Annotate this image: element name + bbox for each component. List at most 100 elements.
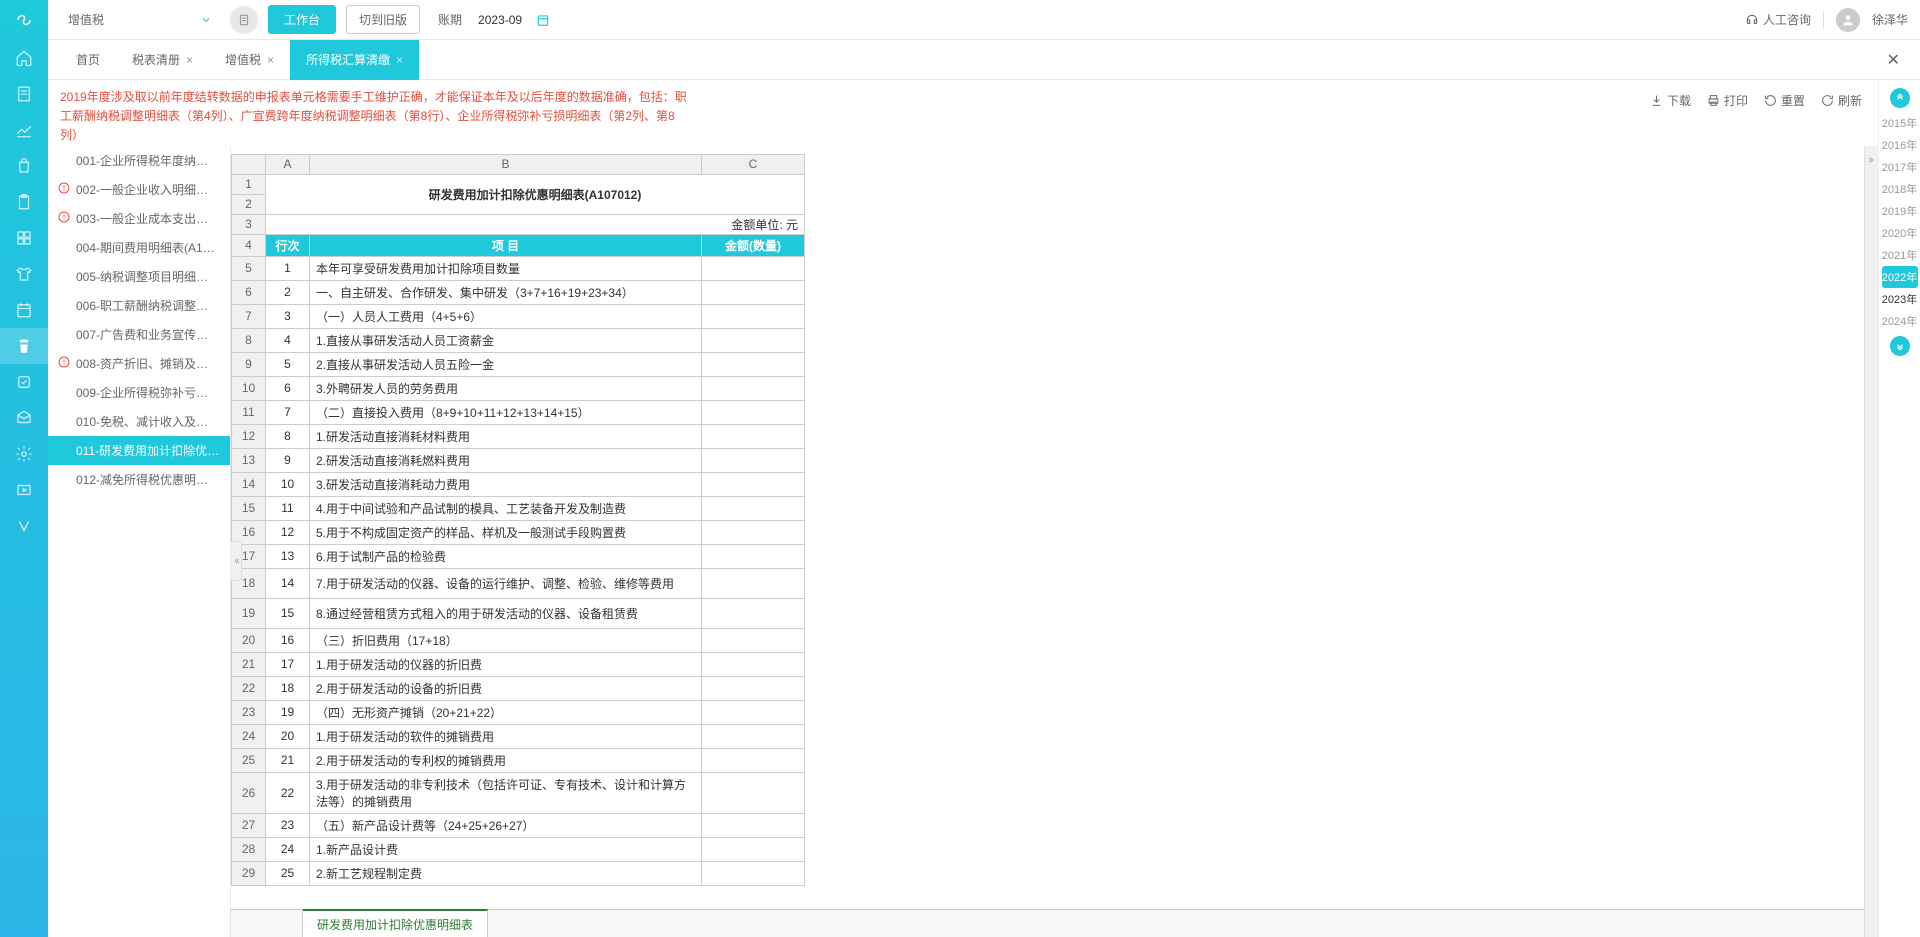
cell-amount[interactable] [702,676,805,700]
cell-item[interactable]: 7.用于研发活动的仪器、设备的运行维护、调整、检验、维修等费用 [310,568,702,598]
cell-amount[interactable] [702,424,805,448]
row-header[interactable]: 7 [232,304,266,328]
col-item-header[interactable]: 项 目 [310,234,702,256]
cell-seq[interactable]: 6 [266,376,310,400]
cell-amount[interactable] [702,748,805,772]
row-header[interactable]: 15 [232,496,266,520]
cell-item[interactable]: 2.新工艺规程制定费 [310,861,702,885]
nav-doc[interactable] [0,76,48,112]
form-list-item[interactable]: 002-一般企业收入明细表(A... [48,175,230,204]
form-list-item[interactable]: 004-期间费用明细表(A1040... [48,233,230,262]
col-header-A[interactable]: A [266,154,310,174]
form-list-item[interactable]: 005-纳税调整项目明细表(A1... [48,262,230,291]
cell-item[interactable]: 2.研发活动直接消耗燃料费用 [310,448,702,472]
cell-amount[interactable] [702,598,805,628]
horizontal-scrollbar[interactable] [1224,910,1864,937]
form-list-item[interactable]: 010-免税、减计收入及加计... [48,407,230,436]
col-seq-header[interactable]: 行次 [266,234,310,256]
form-list-item[interactable]: 009-企业所得税弥补亏损明... [48,378,230,407]
cell-seq[interactable]: 24 [266,837,310,861]
row-header[interactable]: 3 [232,214,266,234]
cell-seq[interactable]: 15 [266,598,310,628]
col-header-B[interactable]: B [310,154,702,174]
cell-item[interactable]: 2.用于研发活动的设备的折旧费 [310,676,702,700]
cell-amount[interactable] [702,568,805,598]
right-expand-handle[interactable] [1864,146,1878,937]
cell-amount[interactable] [702,496,805,520]
close-icon[interactable]: × [267,53,274,67]
cell-seq[interactable]: 3 [266,304,310,328]
cell-item[interactable]: 6.用于试制产品的检验费 [310,544,702,568]
cell-amount[interactable] [702,837,805,861]
cell-seq[interactable]: 19 [266,700,310,724]
cell-seq[interactable]: 8 [266,424,310,448]
year-button[interactable]: 2019年 [1882,200,1918,222]
row-header[interactable]: 4 [232,234,266,256]
cell-amount[interactable] [702,304,805,328]
row-header[interactable]: 21 [232,652,266,676]
row-header[interactable]: 19 [232,598,266,628]
nav-refresh2[interactable] [0,364,48,400]
row-header[interactable]: 2 [232,194,266,214]
download-button[interactable]: 下载 [1650,92,1691,109]
cell-amount[interactable] [702,472,805,496]
cell-seq[interactable]: 22 [266,772,310,813]
row-header[interactable]: 27 [232,813,266,837]
cell-item[interactable]: 一、自主研发、合作研发、集中研发（3+7+16+19+23+34） [310,280,702,304]
form-list-item[interactable]: 001-企业所得税年度纳税申... [48,146,230,175]
year-button[interactable]: 2022年 [1882,266,1918,288]
cell-item[interactable]: 3.用于研发活动的非专利技术（包括许可证、专有技术、设计和计算方法等）的摊销费用 [310,772,702,813]
form-list-item[interactable]: 003-一般企业成本支出明细... [48,204,230,233]
nav-tax[interactable] [0,328,48,364]
cell-item[interactable]: 2.用于研发活动的专利权的摊销费用 [310,748,702,772]
tab-首页[interactable]: 首页 [60,40,116,80]
cell-item[interactable]: 8.通过经营租赁方式租入的用于研发活动的仪器、设备租赁费 [310,598,702,628]
close-icon[interactable]: × [186,53,193,67]
form-list-item[interactable]: 011-研发费用加计扣除优惠... [48,436,230,465]
year-button[interactable]: 2021年 [1882,244,1918,266]
year-button[interactable]: 2015年 [1882,112,1918,134]
nav-calendar[interactable] [0,292,48,328]
cell-amount[interactable] [702,772,805,813]
cell-seq[interactable]: 16 [266,628,310,652]
year-button[interactable]: 2017年 [1882,156,1918,178]
tax-type-dropdown[interactable]: 增值税 [60,7,220,32]
form-list-item[interactable]: 008-资产折旧、摊销及纳税... [48,349,230,378]
cell-amount[interactable] [702,352,805,376]
cell-seq[interactable]: 18 [266,676,310,700]
nav-gear[interactable] [0,436,48,472]
circle-action[interactable] [230,6,258,34]
cell-amount[interactable] [702,328,805,352]
year-scroll-up[interactable] [1890,88,1910,108]
cell-seq[interactable]: 2 [266,280,310,304]
switch-old-button[interactable]: 切到旧版 [346,5,420,34]
row-header[interactable]: 22 [232,676,266,700]
cell-amount[interactable] [702,861,805,885]
cell-seq[interactable]: 13 [266,544,310,568]
cell-seq[interactable]: 4 [266,328,310,352]
print-button[interactable]: 打印 [1707,92,1748,109]
nav-send[interactable] [0,400,48,436]
cell-amount[interactable] [702,376,805,400]
cell-item[interactable]: （三）折旧费用（17+18） [310,628,702,652]
cell-seq[interactable]: 14 [266,568,310,598]
row-header[interactable]: 9 [232,352,266,376]
sheet-title[interactable]: 研发费用加计扣除优惠明细表(A107012) [266,174,805,214]
avatar[interactable] [1836,8,1860,32]
nav-home[interactable] [0,40,48,76]
row-header[interactable]: 20 [232,628,266,652]
close-all-tabs[interactable]: ✕ [1879,50,1908,70]
cell-item[interactable]: 3.研发活动直接消耗动力费用 [310,472,702,496]
spreadsheet[interactable]: ABC 1研发费用加计扣除优惠明细表(A107012) 2 3金额单位: 元 4… [231,154,805,886]
cell-seq[interactable]: 25 [266,861,310,885]
row-header[interactable]: 24 [232,724,266,748]
row-header[interactable]: 6 [232,280,266,304]
cell-item[interactable]: 2.直接从事研发活动人员五险一金 [310,352,702,376]
row-header[interactable]: 11 [232,400,266,424]
cell-seq[interactable]: 5 [266,352,310,376]
calendar-icon[interactable] [536,13,550,27]
unit-label[interactable]: 金额单位: 元 [266,214,805,234]
sheet-corner[interactable] [232,154,266,174]
cell-item[interactable]: 5.用于不构成固定资产的样品、样机及一般测试手段购置费 [310,520,702,544]
cell-seq[interactable]: 17 [266,652,310,676]
